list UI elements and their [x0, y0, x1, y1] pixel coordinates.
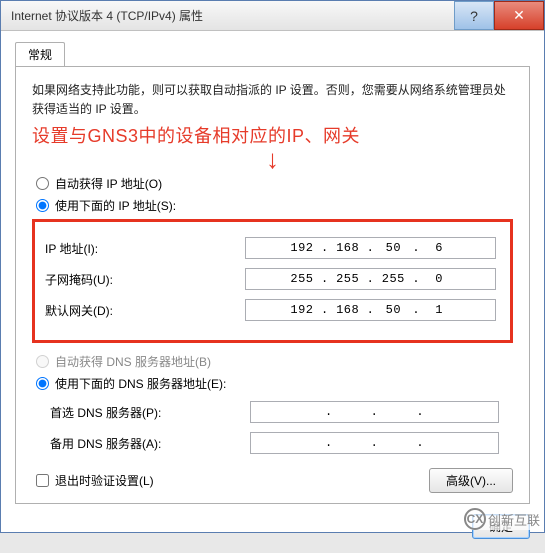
default-gateway-field[interactable]: 192. 168. 50. 1: [245, 299, 496, 321]
alternate-dns-label: 备用 DNS 服务器(A):: [50, 435, 250, 452]
tab-panel-general: 如果网络支持此功能，则可以获取自动指派的 IP 设置。否则，您需要从网络系统管理…: [15, 66, 530, 504]
properties-dialog: Internet 协议版本 4 (TCP/IPv4) 属性 ? ✕ 常规 如果网…: [0, 0, 545, 533]
row-subnet-mask: 子网掩码(U): 255. 255. 255. 0: [45, 268, 496, 290]
dns-section: 首选 DNS 服务器(P): . . . 备用 DNS 服务器(A): . . …: [32, 401, 513, 454]
close-button[interactable]: ✕: [494, 1, 544, 30]
radio-manual-ip-label: 使用下面的 IP 地址(S):: [55, 197, 176, 214]
ip-address-label: IP 地址(I):: [45, 240, 245, 257]
ip-address-field[interactable]: 192. 168. 50. 6: [245, 237, 496, 259]
row-ip-address: IP 地址(I): 192. 168. 50. 6: [45, 237, 496, 259]
body: 常规 如果网络支持此功能，则可以获取自动指派的 IP 设置。否则，您需要从网络系…: [1, 31, 544, 553]
tabs: 常规: [15, 42, 530, 67]
footer: 确定: [15, 514, 530, 539]
radio-auto-dns-input: [36, 355, 49, 368]
radio-auto-ip-input[interactable]: [36, 177, 49, 190]
advanced-button[interactable]: 高级(V)...: [429, 468, 513, 493]
default-gateway-label: 默认网关(D):: [45, 302, 245, 319]
help-button[interactable]: ?: [454, 1, 494, 30]
window-controls: ? ✕: [454, 1, 544, 30]
radio-manual-dns-input[interactable]: [36, 377, 49, 390]
validate-checkbox-row[interactable]: 退出时验证设置(L): [36, 472, 154, 489]
radio-auto-dns: 自动获得 DNS 服务器地址(B): [36, 353, 513, 370]
watermark: CX 创新互联: [464, 508, 540, 530]
validate-checkbox[interactable]: [36, 474, 49, 487]
radio-manual-ip-input[interactable]: [36, 199, 49, 212]
radio-auto-ip[interactable]: 自动获得 IP 地址(O): [36, 175, 513, 192]
watermark-text: 创新互联: [488, 510, 540, 529]
watermark-icon: CX: [464, 508, 486, 530]
radio-auto-ip-label: 自动获得 IP 地址(O): [55, 175, 162, 192]
preferred-dns-field[interactable]: . . .: [250, 401, 499, 423]
subnet-mask-field[interactable]: 255. 255. 255. 0: [245, 268, 496, 290]
radio-manual-ip[interactable]: 使用下面的 IP 地址(S):: [36, 197, 513, 214]
radio-manual-dns-label: 使用下面的 DNS 服务器地址(E):: [55, 375, 226, 392]
row-alternate-dns: 备用 DNS 服务器(A): . . .: [50, 432, 499, 454]
radio-auto-dns-label: 自动获得 DNS 服务器地址(B): [55, 353, 211, 370]
tab-general[interactable]: 常规: [15, 42, 65, 67]
titlebar: Internet 协议版本 4 (TCP/IPv4) 属性 ? ✕: [1, 1, 544, 31]
row-default-gateway: 默认网关(D): 192. 168. 50. 1: [45, 299, 496, 321]
highlighted-box: IP 地址(I): 192. 168. 50. 6 子网掩码(U): 255. …: [32, 219, 513, 343]
subnet-mask-label: 子网掩码(U):: [45, 271, 245, 288]
preferred-dns-label: 首选 DNS 服务器(P):: [50, 404, 250, 421]
description-text: 如果网络支持此功能，则可以获取自动指派的 IP 设置。否则，您需要从网络系统管理…: [32, 81, 513, 118]
validate-label: 退出时验证设置(L): [55, 472, 154, 489]
row-preferred-dns: 首选 DNS 服务器(P): . . .: [50, 401, 499, 423]
alternate-dns-field[interactable]: . . .: [250, 432, 499, 454]
arrow-icon: ↓: [32, 146, 513, 172]
window-title: Internet 协议版本 4 (TCP/IPv4) 属性: [11, 7, 203, 24]
radio-manual-dns[interactable]: 使用下面的 DNS 服务器地址(E):: [36, 375, 513, 392]
advanced-row: 退出时验证设置(L) 高级(V)...: [32, 468, 513, 493]
